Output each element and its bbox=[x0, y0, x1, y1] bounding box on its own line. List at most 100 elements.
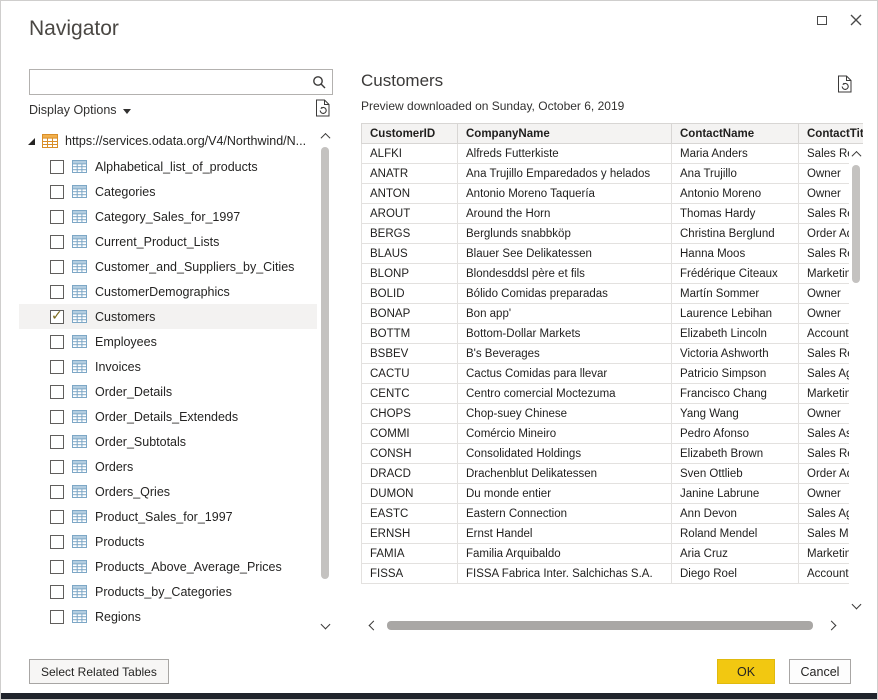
refresh-preview-icon[interactable] bbox=[837, 75, 853, 98]
preview-scroll-down-icon[interactable] bbox=[849, 597, 863, 611]
cancel-button[interactable]: Cancel bbox=[789, 659, 851, 684]
tree-item[interactable]: ✓ Invoices bbox=[19, 354, 317, 379]
tree-scrollbar-thumb[interactable] bbox=[321, 147, 329, 579]
table-cell: CHOPS bbox=[361, 403, 458, 424]
preview-horizontal-scrollbar[interactable] bbox=[365, 617, 839, 633]
table-cell: AROUT bbox=[361, 203, 458, 224]
tree-item-checkbox[interactable]: ✓ bbox=[50, 184, 64, 199]
tree-item-label: Current_Product_Lists bbox=[95, 234, 220, 249]
tree-item[interactable]: ✓ CustomerDemographics bbox=[19, 279, 317, 304]
collapse-icon[interactable] bbox=[28, 137, 35, 145]
tree-item[interactable]: ✓ Employees bbox=[19, 329, 317, 354]
table-cell: Maria Anders bbox=[671, 143, 799, 164]
tree-root[interactable]: https://services.odata.org/V4/Northwind/… bbox=[19, 128, 317, 154]
table-icon bbox=[72, 385, 87, 398]
table-row: BLONP Blondesddsl père et fils Frédérique … bbox=[361, 263, 863, 284]
tree-item-checkbox[interactable]: ✓ bbox=[50, 234, 64, 249]
tree-item-checkbox[interactable]: ✓ bbox=[50, 359, 64, 374]
table-cell: Patricio Simpson bbox=[671, 363, 799, 384]
tree-item[interactable]: ✓ Products bbox=[19, 529, 317, 554]
table-icon bbox=[72, 210, 87, 223]
tree-item-checkbox[interactable]: ✓ bbox=[50, 534, 64, 549]
window-controls bbox=[813, 11, 865, 29]
tree-item-checkbox[interactable]: ✓ bbox=[50, 384, 64, 399]
table-row: BOLID Bólido Comidas preparadas Martín Som… bbox=[361, 283, 863, 304]
tree-item[interactable]: ✓ Product_Sales_for_1997 bbox=[19, 504, 317, 529]
close-icon[interactable] bbox=[847, 11, 865, 29]
table-cell: Aria Cruz bbox=[671, 543, 799, 564]
tree-item-label: Products_by_Categories bbox=[95, 584, 232, 599]
table-cell: CENTC bbox=[361, 383, 458, 404]
table-row: ALFKI Alfreds Futterkiste Maria Anders Sale… bbox=[361, 143, 863, 164]
tree-item-checkbox[interactable]: ✓ bbox=[50, 307, 64, 324]
display-options-dropdown[interactable]: Display Options bbox=[29, 103, 131, 117]
scroll-up-icon[interactable] bbox=[318, 129, 333, 143]
tree-item-checkbox[interactable]: ✓ bbox=[50, 509, 64, 524]
tree-scrollbar[interactable] bbox=[318, 129, 333, 631]
tree-item[interactable]: ✓ Order_Details bbox=[19, 379, 317, 404]
table-icon bbox=[72, 510, 87, 523]
tree-item[interactable]: ✓ Order_Subtotals bbox=[19, 429, 317, 454]
table-icon bbox=[72, 460, 87, 473]
tree-item-checkbox[interactable]: ✓ bbox=[50, 409, 64, 424]
tree-item-checkbox[interactable]: ✓ bbox=[50, 159, 64, 174]
tree-item[interactable]: ✓ Current_Product_Lists bbox=[19, 229, 317, 254]
tree-item-checkbox[interactable]: ✓ bbox=[50, 284, 64, 299]
table-row: FISSA FISSA Fabrica Inter. Salchichas S.A… bbox=[361, 563, 863, 584]
tree-item-checkbox[interactable]: ✓ bbox=[50, 259, 64, 274]
maximize-icon[interactable] bbox=[813, 11, 831, 29]
tree-item[interactable]: ✓ Customer_and_Suppliers_by_Cities bbox=[19, 254, 317, 279]
tree-item[interactable]: ✓ Order_Details_Extendeds bbox=[19, 404, 317, 429]
tree-item[interactable]: ✓ Alphabetical_list_of_products bbox=[19, 154, 317, 179]
table-cell: Ana Trujillo Emparedados y helados bbox=[457, 163, 672, 184]
ok-button[interactable]: OK bbox=[717, 659, 775, 684]
preview-vertical-scrollbar[interactable] bbox=[849, 147, 863, 611]
table-icon bbox=[72, 535, 87, 548]
tree-item-checkbox[interactable]: ✓ bbox=[50, 334, 64, 349]
search-icon[interactable] bbox=[306, 70, 332, 94]
scroll-down-icon[interactable] bbox=[318, 617, 333, 631]
table-cell: FISSA Fabrica Inter. Salchichas S.A. bbox=[457, 563, 672, 584]
scroll-left-icon[interactable] bbox=[365, 617, 381, 633]
tree-item-checkbox[interactable]: ✓ bbox=[50, 584, 64, 599]
tree-item-label: CustomerDemographics bbox=[95, 284, 230, 299]
table-cell: BSBEV bbox=[361, 343, 458, 364]
table-header-row: CustomerID CompanyName ContactName ContactT… bbox=[361, 123, 863, 144]
table-cell: Antonio Moreno bbox=[671, 183, 799, 204]
tree-item-label: Orders_Qries bbox=[95, 484, 171, 499]
tree-item[interactable]: ✓ Orders_Qries bbox=[19, 479, 317, 504]
tree-item-checkbox[interactable]: ✓ bbox=[50, 209, 64, 224]
scroll-right-icon[interactable] bbox=[823, 617, 839, 633]
preview-vertical-scrollbar-thumb[interactable] bbox=[852, 165, 860, 283]
preview-scroll-up-icon[interactable] bbox=[849, 147, 863, 161]
table-row: BOTTM Bottom-Dollar Markets Elizabeth Linc… bbox=[361, 323, 863, 344]
tree-item-checkbox[interactable]: ✓ bbox=[50, 609, 64, 624]
chevron-down-icon bbox=[122, 108, 131, 114]
refresh-icon[interactable] bbox=[315, 99, 331, 122]
table-cell: Du monde entier bbox=[457, 483, 672, 504]
tree-item-checkbox[interactable]: ✓ bbox=[50, 459, 64, 474]
tree-item[interactable]: ✓ Category_Sales_for_1997 bbox=[19, 204, 317, 229]
table-cell: Martín Sommer bbox=[671, 283, 799, 304]
table-cell: Victoria Ashworth bbox=[671, 343, 799, 364]
tree-item-checkbox[interactable]: ✓ bbox=[50, 484, 64, 499]
tree-item-label: Employees bbox=[95, 334, 157, 349]
tree-item[interactable]: ✓ Orders bbox=[19, 454, 317, 479]
tree-item-checkbox[interactable]: ✓ bbox=[50, 434, 64, 449]
preview-horizontal-scrollbar-thumb[interactable] bbox=[387, 621, 813, 630]
table-cell: Christina Berglund bbox=[671, 223, 799, 244]
tree-item[interactable]: ✓ Regions bbox=[19, 604, 317, 629]
table-icon bbox=[72, 235, 87, 248]
tree-item-label: Product_Sales_for_1997 bbox=[95, 509, 233, 524]
table-row: BSBEV B's Beverages Victoria Ashworth Sales… bbox=[361, 343, 863, 364]
tree-item-label: Customer_and_Suppliers_by_Cities bbox=[95, 259, 295, 274]
table-row: FAMIA Familia Arquibaldo Aria Cruz Marketin… bbox=[361, 543, 863, 564]
tree-item-checkbox[interactable]: ✓ bbox=[50, 559, 64, 574]
tree-root-label: https://services.odata.org/V4/Northwind/… bbox=[65, 134, 307, 148]
tree-item[interactable]: ✓ Products_by_Categories bbox=[19, 579, 317, 604]
select-related-tables-button[interactable]: Select Related Tables bbox=[29, 659, 169, 684]
tree-item[interactable]: ✓ Customers bbox=[19, 304, 317, 329]
tree-item[interactable]: ✓ Products_Above_Average_Prices bbox=[19, 554, 317, 579]
tree-item[interactable]: ✓ Categories bbox=[19, 179, 317, 204]
search-input[interactable] bbox=[30, 70, 306, 94]
